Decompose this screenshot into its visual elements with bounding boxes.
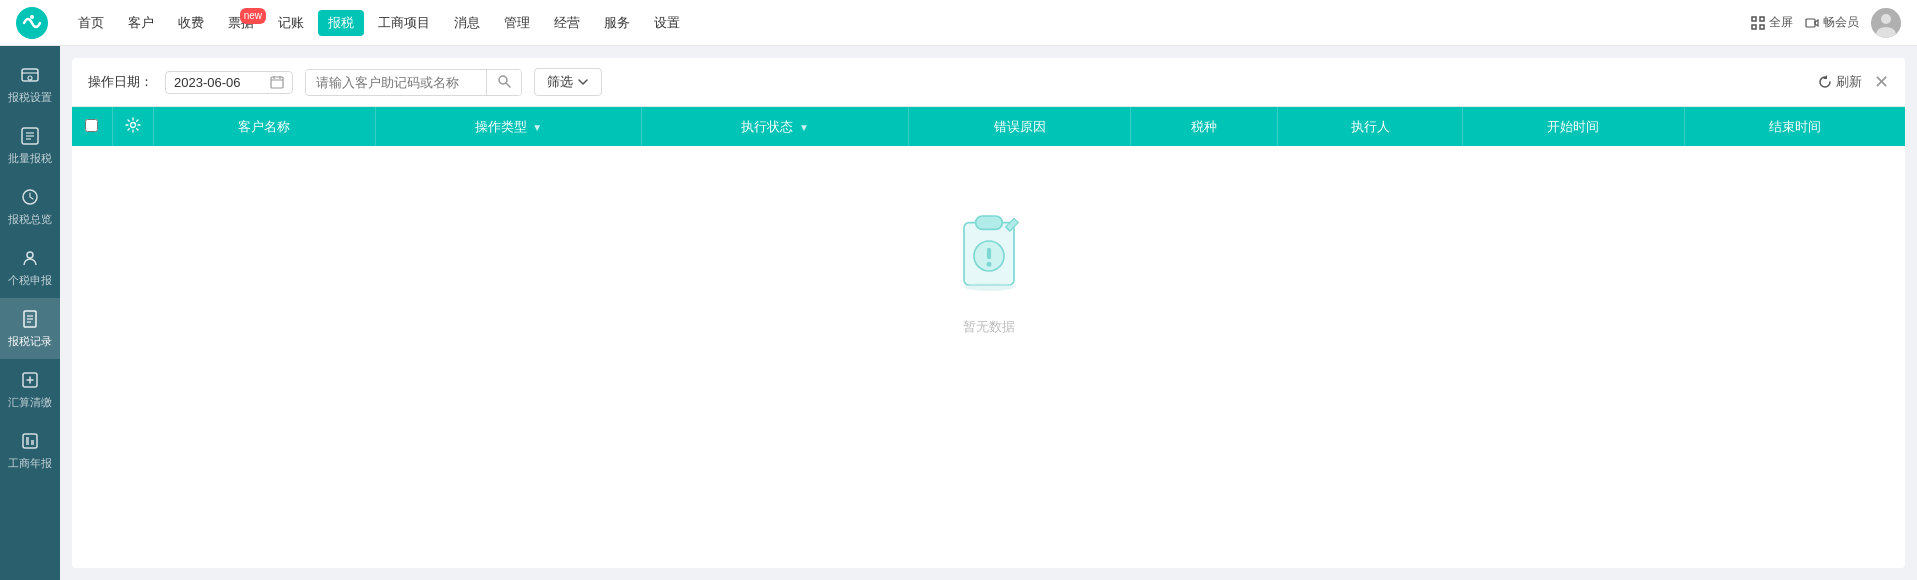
svg-point-38 <box>986 262 991 267</box>
th-tax-type: 税种 <box>1131 107 1278 146</box>
nav-service[interactable]: 服务 <box>594 10 640 36</box>
nav-manage[interactable]: 管理 <box>494 10 540 36</box>
toolbar-right: 刷新 ✕ <box>1818 73 1889 91</box>
refresh-button[interactable]: 刷新 <box>1818 73 1862 91</box>
sidebar-item-annual-report[interactable]: 工商年报 <box>0 420 60 481</box>
svg-rect-5 <box>1760 25 1764 29</box>
filter-button[interactable]: 筛选 <box>534 68 602 96</box>
table-container[interactable]: 客户名称 操作类型 ▼ 执行状态 ▼ 错误原因 <box>72 107 1905 568</box>
nav-business[interactable]: 工商项目 <box>368 10 440 36</box>
empty-text: 暂无数据 <box>963 318 1015 336</box>
svg-point-33 <box>130 123 135 128</box>
date-input[interactable] <box>174 75 264 90</box>
search-input[interactable] <box>306 71 486 94</box>
nav-invoice[interactable]: 票据 new <box>218 10 264 36</box>
sidebar-item-personal-tax[interactable]: 个税申报 <box>0 237 60 298</box>
annual-report-icon <box>19 430 41 452</box>
th-error-reason: 错误原因 <box>909 107 1131 146</box>
sidebar-item-record[interactable]: 报税记录 <box>0 298 60 359</box>
sort-icon-status: ▼ <box>799 122 809 133</box>
batch-tax-icon <box>19 125 41 147</box>
svg-rect-27 <box>271 77 283 88</box>
top-nav-right: 全屏 畅会员 <box>1751 8 1901 38</box>
nav-client[interactable]: 客户 <box>118 10 164 36</box>
close-button[interactable]: ✕ <box>1874 73 1889 91</box>
sidebar-item-tax-settings[interactable]: 报税设置 <box>0 54 60 115</box>
svg-rect-3 <box>1760 17 1764 21</box>
nav-message[interactable]: 消息 <box>444 10 490 36</box>
nav-invoice-badge: new <box>240 8 266 24</box>
logo[interactable] <box>16 7 48 39</box>
nav-settings[interactable]: 设置 <box>644 10 690 36</box>
content-panel: 操作日期： <box>72 58 1905 568</box>
th-gear[interactable] <box>112 107 153 146</box>
th-checkbox[interactable] <box>72 107 112 146</box>
gear-icon <box>125 117 141 133</box>
overview-icon <box>19 186 41 208</box>
app-body: 报税设置 批量报税 报税总览 <box>0 46 1917 580</box>
sort-icon-operation: ▼ <box>532 122 542 133</box>
empty-illustration <box>939 206 1039 306</box>
top-nav: 首页 客户 收费 票据 new 记账 报税 工商项目 消息 管理 经营 服务 设… <box>0 0 1917 46</box>
chevron-down-icon <box>577 76 589 88</box>
search-box <box>305 69 522 96</box>
svg-rect-10 <box>22 69 38 81</box>
svg-rect-4 <box>1752 25 1756 29</box>
th-exec-status[interactable]: 执行状态 ▼ <box>642 107 909 146</box>
tax-settings-icon <box>19 64 41 86</box>
avatar-image <box>1871 8 1901 38</box>
svg-line-32 <box>506 83 510 87</box>
th-start-time: 开始时间 <box>1462 107 1684 146</box>
svg-rect-6 <box>1806 19 1815 27</box>
svg-point-40 <box>964 283 1014 291</box>
table-header-row: 客户名称 操作类型 ▼ 执行状态 ▼ 错误原因 <box>72 107 1905 146</box>
svg-rect-24 <box>23 434 37 448</box>
date-label: 操作日期： <box>88 73 153 91</box>
svg-point-1 <box>30 15 34 19</box>
svg-point-12 <box>28 76 32 80</box>
fullscreen-btn[interactable]: 全屏 <box>1751 14 1793 31</box>
nav-home[interactable]: 首页 <box>68 10 114 36</box>
data-table: 客户名称 操作类型 ▼ 执行状态 ▼ 错误原因 <box>72 107 1905 146</box>
nav-fee[interactable]: 收费 <box>168 10 214 36</box>
sidebar-item-batch-tax[interactable]: 批量报税 <box>0 115 60 176</box>
nav-operation[interactable]: 经营 <box>544 10 590 36</box>
calendar-icon <box>270 75 284 89</box>
sidebar-item-settlement[interactable]: 汇算清缴 <box>0 359 60 420</box>
date-picker[interactable] <box>165 71 293 94</box>
settlement-icon <box>19 369 41 391</box>
nav-tax[interactable]: 报税 <box>318 10 364 36</box>
video-icon <box>1805 16 1819 30</box>
svg-rect-2 <box>1752 17 1756 21</box>
search-icon <box>497 74 511 88</box>
select-all-checkbox[interactable] <box>85 119 98 132</box>
member-btn[interactable]: 畅会员 <box>1805 14 1859 31</box>
nav-bookkeeping[interactable]: 记账 <box>268 10 314 36</box>
nav-items: 首页 客户 收费 票据 new 记账 报税 工商项目 消息 管理 经营 服务 设… <box>68 10 1751 36</box>
sidebar-item-overview[interactable]: 报税总览 <box>0 176 60 237</box>
empty-state: 暂无数据 <box>72 146 1905 396</box>
th-operation-type[interactable]: 操作类型 ▼ <box>375 107 642 146</box>
toolbar: 操作日期： <box>72 58 1905 107</box>
svg-point-18 <box>27 252 33 258</box>
svg-rect-25 <box>26 437 29 445</box>
svg-rect-26 <box>31 440 34 445</box>
main-content: 操作日期： <box>60 46 1917 580</box>
svg-rect-37 <box>986 248 990 260</box>
personal-tax-icon <box>19 247 41 269</box>
svg-point-8 <box>1881 14 1891 24</box>
fullscreen-icon <box>1751 16 1765 30</box>
svg-rect-35 <box>975 216 1002 229</box>
avatar[interactable] <box>1871 8 1901 38</box>
sidebar: 报税设置 批量报税 报税总览 <box>0 46 60 580</box>
search-button[interactable] <box>486 70 521 95</box>
th-client-name: 客户名称 <box>153 107 375 146</box>
refresh-icon <box>1818 75 1832 89</box>
th-executor: 执行人 <box>1278 107 1463 146</box>
record-icon <box>19 308 41 330</box>
th-end-time: 结束时间 <box>1684 107 1905 146</box>
